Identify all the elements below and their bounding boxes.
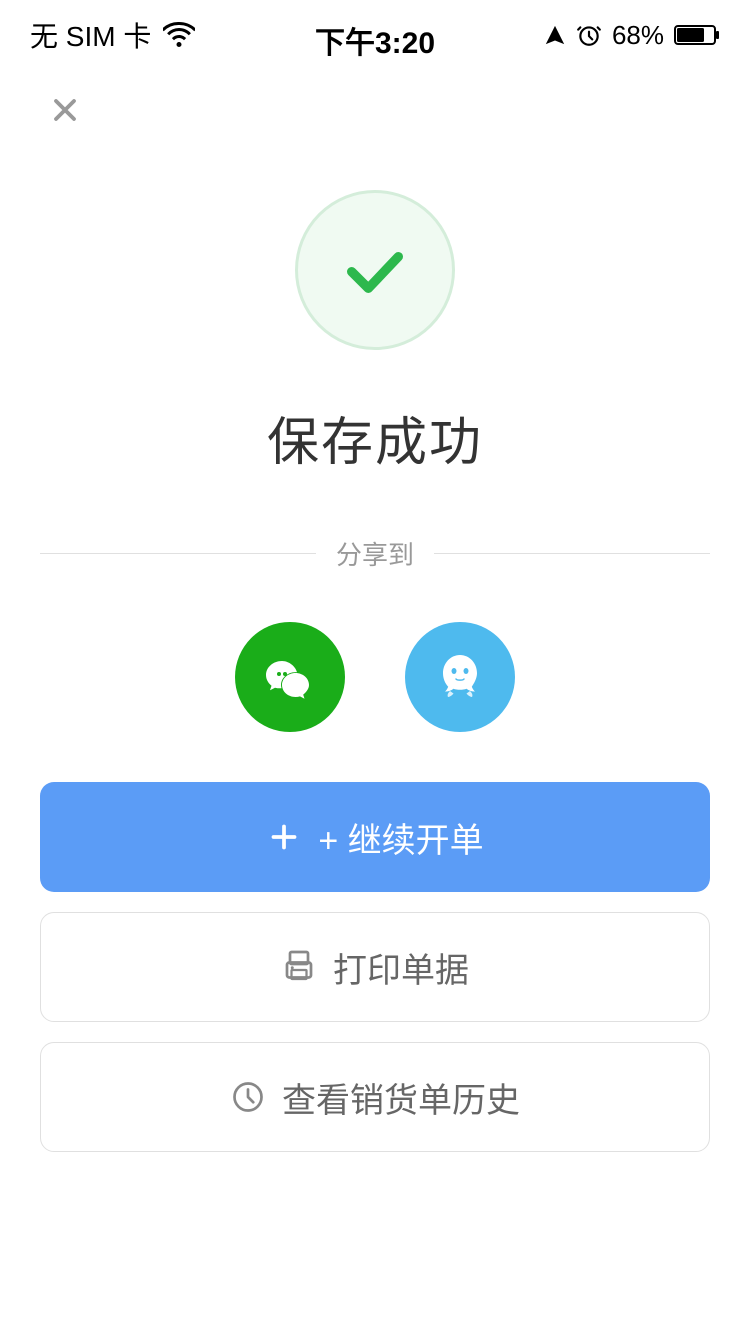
close-button[interactable] xyxy=(40,85,90,135)
print-button[interactable]: 打印单据 xyxy=(40,912,710,1022)
success-title: 保存成功 xyxy=(267,400,483,475)
status-right: 68% xyxy=(544,20,720,51)
status-bar: 无 SIM 卡 下午3:20 68% xyxy=(0,0,750,70)
continue-button[interactable]: + 继续开单 xyxy=(40,782,710,892)
print-label: 打印单据 xyxy=(333,943,469,992)
battery-percentage: 68% xyxy=(612,20,664,51)
continue-label: + 继续开单 xyxy=(318,813,483,862)
share-label: 分享到 xyxy=(336,535,414,572)
status-left: 无 SIM 卡 xyxy=(30,15,195,55)
qq-share-button[interactable] xyxy=(405,622,515,732)
wifi-icon xyxy=(163,22,195,48)
share-divider: 分享到 xyxy=(40,535,710,572)
alarm-icon xyxy=(576,22,602,48)
share-section: 分享到 xyxy=(0,535,750,732)
wechat-share-button[interactable] xyxy=(235,622,345,732)
location-icon xyxy=(544,24,566,46)
history-icon xyxy=(230,1079,266,1115)
sim-status: 无 SIM 卡 xyxy=(30,15,151,55)
success-circle xyxy=(295,190,455,350)
battery-icon xyxy=(674,23,720,47)
main-content: 保存成功 分享到 xyxy=(0,70,750,1152)
share-icons xyxy=(40,622,710,732)
plus-icon xyxy=(266,819,302,855)
history-label: 查看销货单历史 xyxy=(282,1073,520,1122)
print-icon xyxy=(281,949,317,985)
status-time: 下午3:20 xyxy=(315,18,435,62)
history-button[interactable]: 查看销货单历史 xyxy=(40,1042,710,1152)
action-buttons: + 继续开单 打印单据 查看销货单历史 xyxy=(0,782,750,1152)
